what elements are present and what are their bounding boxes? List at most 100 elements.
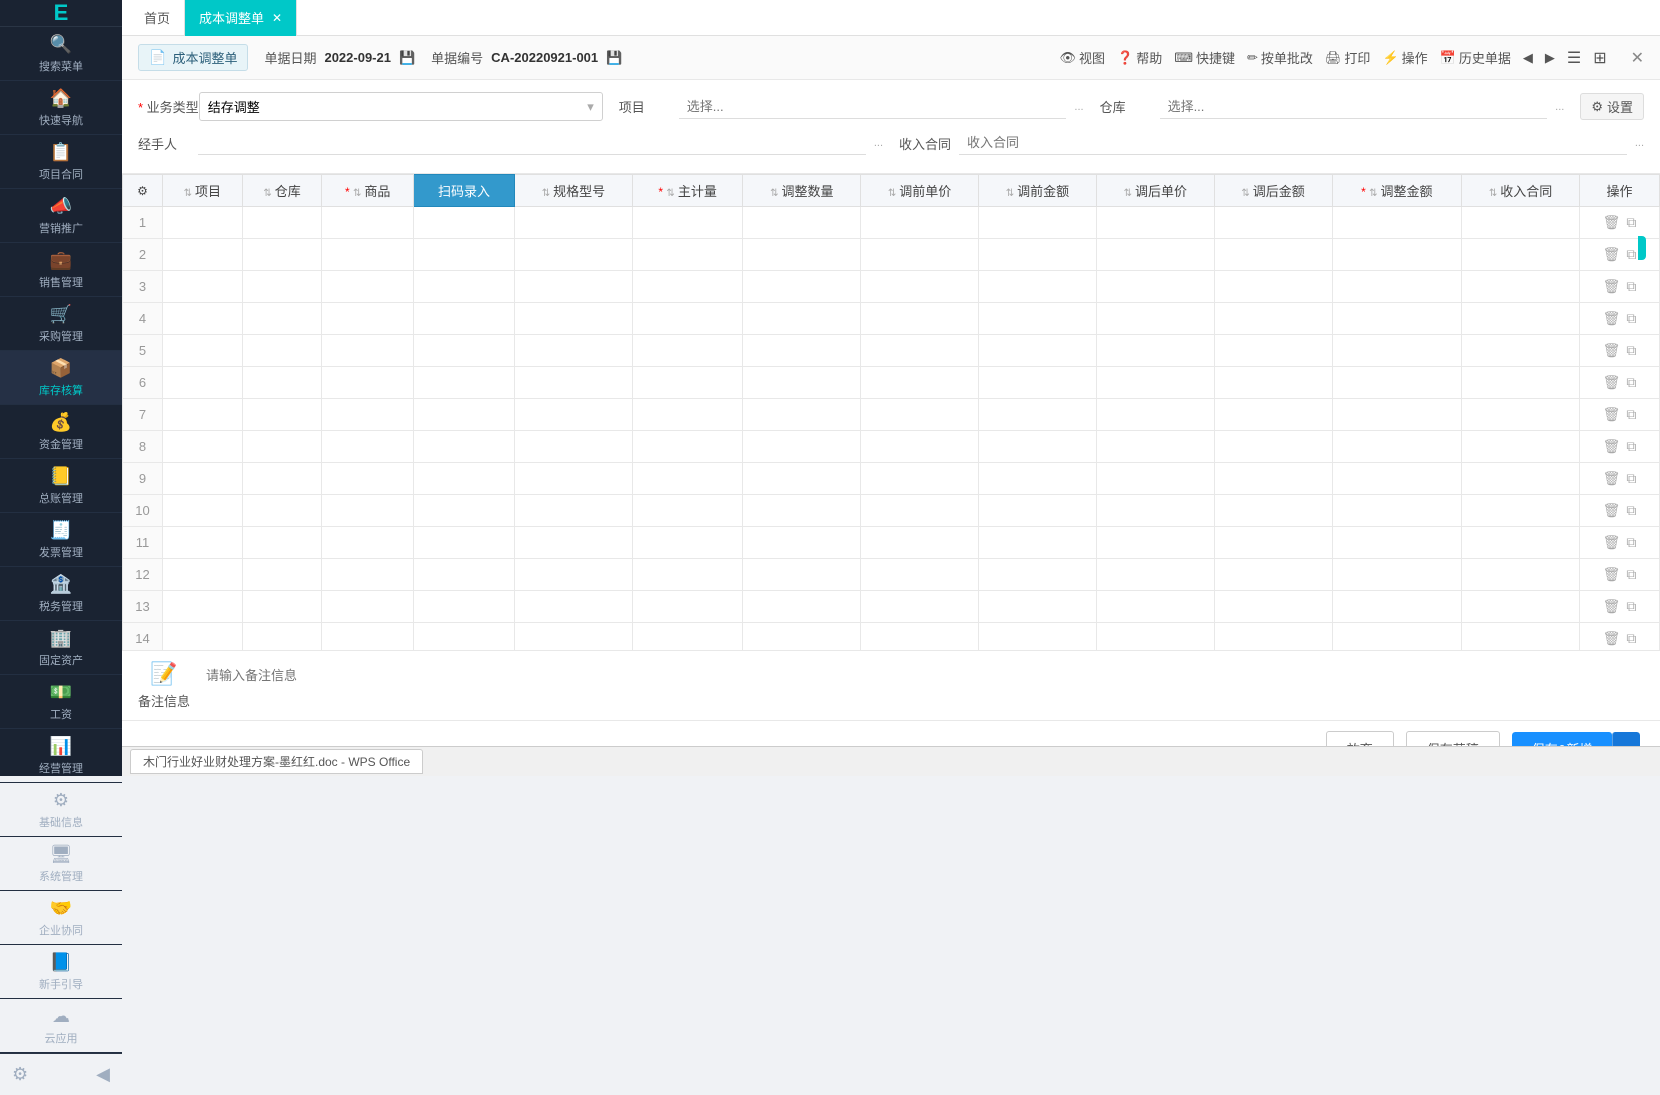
copy-icon[interactable]: ⧉ [1626, 470, 1636, 487]
data-cell[interactable] [413, 367, 514, 399]
copy-icon[interactable]: ⧉ [1626, 598, 1636, 615]
data-cell[interactable] [515, 335, 633, 367]
data-cell[interactable] [979, 623, 1097, 651]
copy-icon[interactable]: ⧉ [1626, 534, 1636, 551]
copy-icon[interactable]: ⧉ [1626, 630, 1636, 647]
data-cell[interactable] [413, 207, 514, 239]
delete-icon[interactable]: 🗑 [1603, 470, 1621, 487]
data-cell[interactable] [515, 559, 633, 591]
data-cell[interactable] [322, 207, 413, 239]
data-cell[interactable] [1332, 367, 1462, 399]
data-cell[interactable] [515, 367, 633, 399]
view-mode-action[interactable]: ☰ [1567, 48, 1581, 68]
delete-icon[interactable]: 🗑 [1603, 342, 1621, 359]
delete-icon[interactable]: 🗑 [1603, 502, 1621, 519]
data-cell[interactable] [1332, 463, 1462, 495]
prev-action[interactable]: ◀ [1523, 50, 1533, 66]
split-mode-action[interactable]: ⊞ [1593, 48, 1606, 68]
data-cell[interactable] [322, 559, 413, 591]
wps-tab[interactable]: 木门行业好业财处理方案-墨红红.doc - WPS Office [130, 749, 423, 774]
data-cell[interactable] [861, 495, 979, 527]
data-cell[interactable] [1332, 431, 1462, 463]
data-cell[interactable] [861, 239, 979, 271]
data-cell[interactable] [242, 399, 322, 431]
window-close-icon[interactable]: ✕ [1631, 48, 1644, 68]
sidebar-item-finance[interactable]: 💰 资金管理 [0, 405, 122, 459]
data-cell[interactable] [979, 527, 1097, 559]
data-cell[interactable] [322, 527, 413, 559]
sidebar-item-cloud[interactable]: ☁ 云应用 [0, 999, 122, 1053]
data-cell[interactable] [861, 463, 979, 495]
data-cell[interactable] [413, 303, 514, 335]
data-cell[interactable] [632, 463, 743, 495]
data-cell[interactable] [861, 399, 979, 431]
data-cell[interactable] [163, 559, 243, 591]
data-cell[interactable] [413, 239, 514, 271]
operations-action[interactable]: ⚡ 操作 [1382, 48, 1427, 67]
data-cell[interactable] [861, 271, 979, 303]
data-cell[interactable] [413, 463, 514, 495]
data-cell[interactable] [1214, 431, 1332, 463]
data-cell[interactable] [163, 207, 243, 239]
data-cell[interactable] [163, 431, 243, 463]
delete-icon[interactable]: 🗑 [1603, 534, 1621, 551]
sidebar-item-invoice[interactable]: 🧾 发票管理 [0, 513, 122, 567]
sidebar-item-operation[interactable]: 📊 经营管理 [0, 729, 122, 783]
data-cell[interactable] [413, 495, 514, 527]
data-cell[interactable] [979, 207, 1097, 239]
data-cell[interactable] [979, 591, 1097, 623]
data-cell[interactable] [632, 207, 743, 239]
data-cell[interactable] [322, 591, 413, 623]
data-cell[interactable] [979, 399, 1097, 431]
data-cell[interactable] [632, 399, 743, 431]
copy-icon[interactable]: ⧉ [1626, 310, 1636, 327]
data-cell[interactable] [1214, 495, 1332, 527]
col-scan[interactable]: 扫码录入 [413, 175, 514, 207]
data-cell[interactable] [1332, 527, 1462, 559]
data-cell[interactable] [743, 527, 861, 559]
settings-icon[interactable]: ⚙ [12, 1064, 28, 1085]
data-cell[interactable] [1096, 367, 1214, 399]
data-cell[interactable] [861, 623, 979, 651]
data-cell[interactable] [861, 591, 979, 623]
data-cell[interactable] [632, 367, 743, 399]
data-cell[interactable] [1096, 399, 1214, 431]
business-type-select[interactable]: 结存调整 ▾ [199, 92, 603, 121]
delete-icon[interactable]: 🗑 [1603, 566, 1621, 583]
data-cell[interactable] [1096, 271, 1214, 303]
data-cell[interactable] [979, 559, 1097, 591]
data-cell[interactable] [1214, 367, 1332, 399]
delete-icon[interactable]: 🗑 [1603, 438, 1621, 455]
copy-icon[interactable]: ⧉ [1626, 278, 1636, 295]
sidebar-item-inventory[interactable]: 📦 库存核算 [0, 351, 122, 405]
delete-icon[interactable]: 🗑 [1603, 406, 1621, 423]
data-cell[interactable] [743, 335, 861, 367]
data-cell[interactable] [743, 271, 861, 303]
data-cell[interactable] [242, 335, 322, 367]
data-cell[interactable] [743, 207, 861, 239]
data-cell[interactable] [1462, 271, 1580, 303]
data-cell[interactable] [413, 559, 514, 591]
delete-icon[interactable]: 🗑 [1603, 374, 1621, 391]
data-cell[interactable] [1214, 591, 1332, 623]
data-cell[interactable] [163, 239, 243, 271]
data-cell[interactable] [515, 239, 633, 271]
sidebar-item-purchase[interactable]: 🛒 采购管理 [0, 297, 122, 351]
data-cell[interactable] [515, 527, 633, 559]
data-cell[interactable] [1214, 463, 1332, 495]
data-cell[interactable] [743, 591, 861, 623]
data-cell[interactable] [242, 303, 322, 335]
data-cell[interactable] [1332, 495, 1462, 527]
data-cell[interactable] [1214, 623, 1332, 651]
data-cell[interactable] [163, 367, 243, 399]
print-action[interactable]: 🖨 打印 [1325, 48, 1371, 67]
delete-icon[interactable]: 🗑 [1603, 278, 1621, 295]
data-cell[interactable] [1096, 527, 1214, 559]
data-cell[interactable] [515, 207, 633, 239]
data-cell[interactable] [163, 623, 243, 651]
sidebar-item-guide[interactable]: 📘 新手引导 [0, 945, 122, 999]
tab-cost-adjust[interactable]: 成本调整单 ✕ [185, 0, 297, 36]
data-cell[interactable] [413, 431, 514, 463]
data-cell[interactable] [1096, 559, 1214, 591]
sidebar-item-cooperation[interactable]: 🤝 企业协同 [0, 891, 122, 945]
